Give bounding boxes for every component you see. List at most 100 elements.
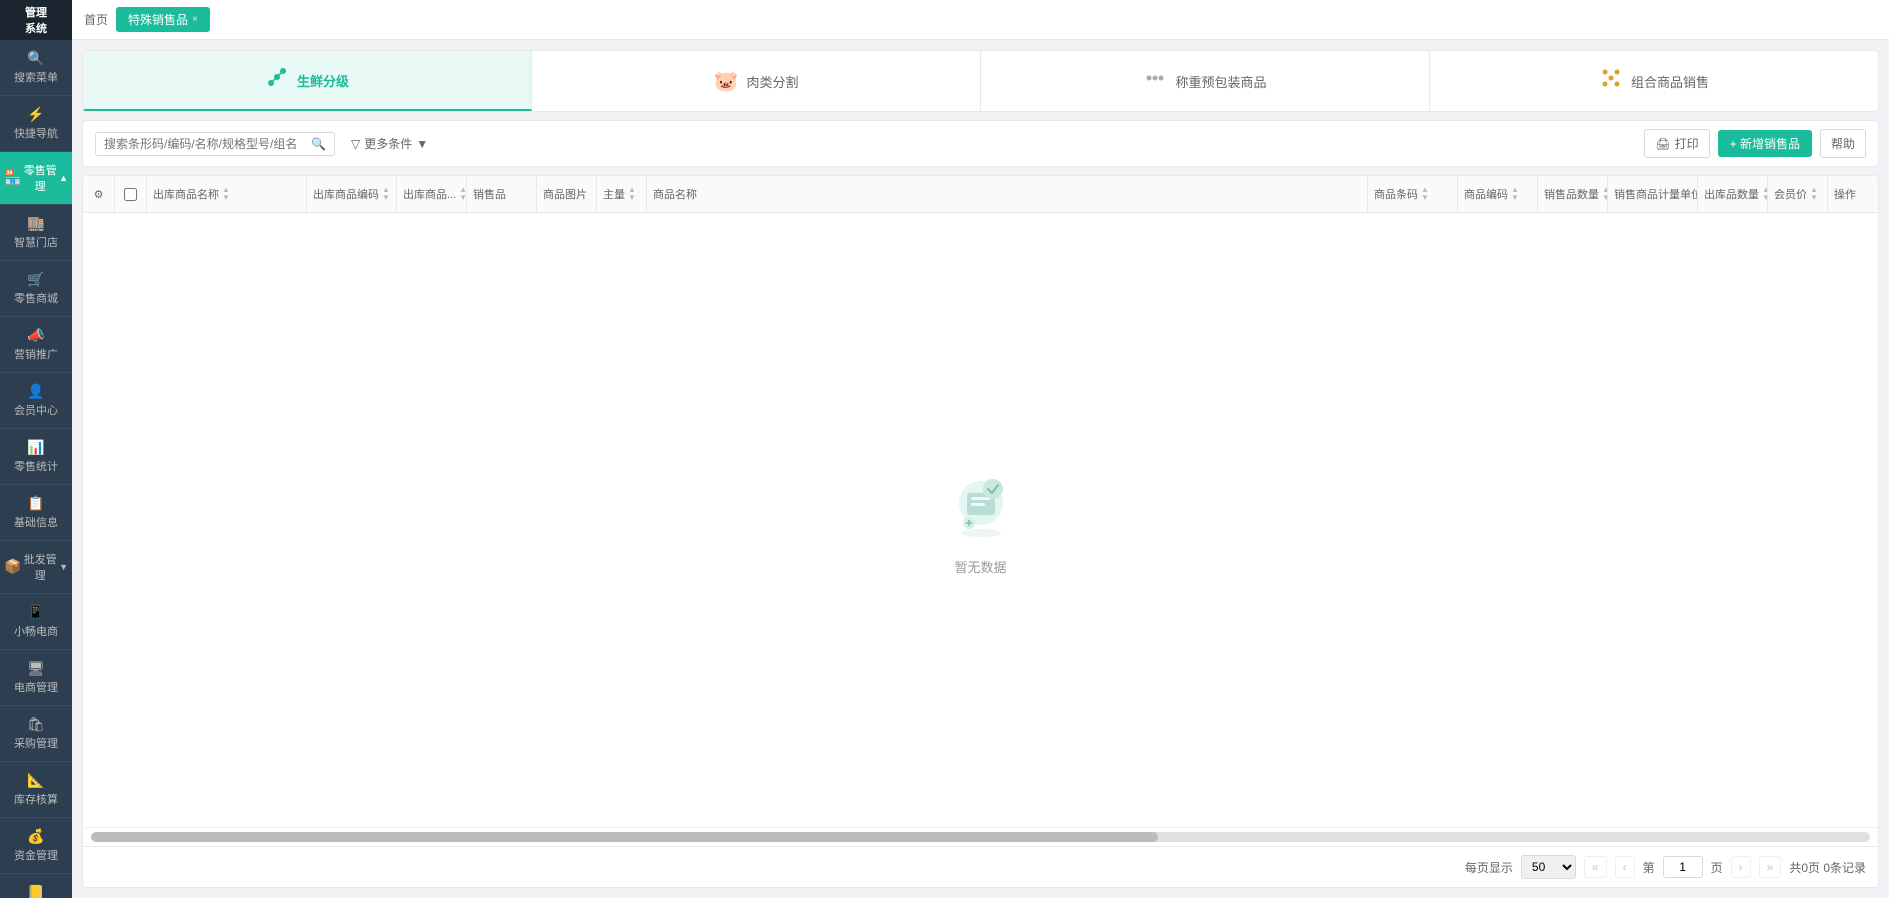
page-number-input[interactable] <box>1663 856 1703 878</box>
marketing-icon: 📣 <box>4 327 68 344</box>
th-op: 操作 <box>1828 176 1878 212</box>
purchase-icon: 🛍 <box>4 716 68 733</box>
cat-tab-meat-label: 肉类分割 <box>746 72 798 91</box>
th-main-label: 主量 <box>603 186 625 202</box>
member-icon: 👤 <box>4 383 68 400</box>
sort-arrows2[interactable]: ▲▼ <box>382 186 390 202</box>
empty-state: 暂无数据 <box>941 465 1021 576</box>
th-name1-label: 出库商品名称 <box>153 186 219 202</box>
select-all-checkbox[interactable] <box>124 188 137 201</box>
th-barcode-label: 商品条码 <box>1374 186 1418 202</box>
category-tabs: 生鲜分级 🐷 肉类分割 称重预包装商品 <box>82 50 1879 112</box>
last-page-button[interactable]: » <box>1759 856 1782 878</box>
miniapp-icon: 📱 <box>4 604 68 621</box>
per-page-select[interactable]: 50 10 20 100 <box>1521 855 1576 879</box>
th-unit-label: 销售商品计量单位 <box>1614 186 1698 202</box>
smartstore-icon: 🏬 <box>4 215 68 232</box>
th-code1: 出库商品编码 ▲▼ <box>307 176 397 212</box>
retailstat-icon: 📊 <box>4 439 68 456</box>
home-tab[interactable]: 首页 <box>84 11 108 28</box>
th-qty-label: 销售品数量 <box>1544 186 1599 202</box>
sidebar-item-quicknav[interactable]: ⚡ 快捷导航 <box>0 96 72 152</box>
empty-illustration <box>941 465 1021 545</box>
inventory-icon: 📐 <box>4 772 68 789</box>
search-input[interactable] <box>104 137 307 151</box>
cat-tab-combo[interactable]: 组合商品销售 <box>1430 51 1878 111</box>
empty-text: 暂无数据 <box>954 557 1006 576</box>
toolbar-left: 🔍 ▽ 更多条件 ▼ <box>95 131 436 156</box>
prev-page-button[interactable]: ‹ <box>1615 856 1635 878</box>
sort-arrows10[interactable]: ▲▼ <box>1810 186 1818 202</box>
filter-arrow: ▼ <box>416 137 428 151</box>
th-img: 商品图片 <box>537 176 597 212</box>
sidebar-item-search[interactable]: 🔍 搜索菜单 <box>0 40 72 96</box>
sidebar-item-finance[interactable]: 💰 资金管理 <box>0 818 72 874</box>
total-label: 共0页 0条记录 <box>1789 859 1866 876</box>
hscroll-area[interactable] <box>83 827 1878 846</box>
ecommerce-icon: 🖥 <box>4 660 68 677</box>
sort-arrows3[interactable]: ▲▼ <box>459 186 467 202</box>
search-icon: 🔍 <box>4 50 68 67</box>
th-checkbox[interactable] <box>115 176 147 212</box>
sidebar-item-marketing[interactable]: 📣 营销推广 <box>0 317 72 373</box>
cat-tab-weighpack-label: 称重预包装商品 <box>1175 72 1266 91</box>
sort-arrows4[interactable]: ▲▼ <box>628 186 636 202</box>
table-body: 暂无数据 <box>83 213 1878 827</box>
th-sku: 商品编码 ▲▼ <box>1458 176 1538 212</box>
sidebar-item-retail[interactable]: 🏪 零售管理 ▲ <box>0 152 72 205</box>
search-icon: 🔍 <box>311 137 326 151</box>
cat-tab-weighpack[interactable]: 称重预包装商品 <box>981 51 1430 111</box>
th-code1-label: 出库商品编码 <box>313 186 379 202</box>
th-code2-label: 出库商品... <box>403 186 456 202</box>
search-box[interactable]: 🔍 <box>95 132 335 156</box>
sidebar-item-basicinfo[interactable]: 📋 基础信息 <box>0 485 72 541</box>
cat-tab-combo-label: 组合商品销售 <box>1631 72 1709 91</box>
sidebar: 管理系统 🔍 搜索菜单 ⚡ 快捷导航 🏪 零售管理 ▲ 🏬 智慧门店 🛒 零售商… <box>0 0 72 898</box>
sidebar-item-retailstat[interactable]: 📊 零售统计 <box>0 429 72 485</box>
print-icon: 🖨 <box>1655 137 1670 151</box>
add-product-button[interactable]: + 新增销售品 <box>1718 130 1812 157</box>
hscroll-thumb[interactable] <box>91 832 1158 842</box>
th-img-label: 商品图片 <box>543 186 587 202</box>
sort-arrows6[interactable]: ▲▼ <box>1511 186 1519 202</box>
sidebar-item-purchase[interactable]: 🛍 采购管理 <box>0 706 72 762</box>
close-tab-button[interactable]: × <box>192 14 198 25</box>
sidebar-item-ledger[interactable]: 📒 总账管理 <box>0 874 72 898</box>
next-page-button[interactable]: › <box>1731 856 1751 878</box>
sidebar-item-miniapp[interactable]: 📱 小畅电商 <box>0 594 72 650</box>
main-area: 首页 特殊销售品 × 生鲜分级 🐷 <box>72 0 1889 898</box>
sidebar-item-retailmall[interactable]: 🛒 零售商城 <box>0 261 72 317</box>
pagination: 每页显示 50 10 20 100 « ‹ 第 页 › » 共0页 0条记录 <box>83 846 1878 887</box>
page-suffix: 页 <box>1711 859 1723 876</box>
help-button[interactable]: 帮助 <box>1820 129 1866 158</box>
print-button[interactable]: 🖨 打印 <box>1644 129 1709 158</box>
sidebar-item-smartstore[interactable]: 🏬 智慧门店 <box>0 205 72 261</box>
first-page-button[interactable]: « <box>1584 856 1607 878</box>
th-main: 主量 ▲▼ <box>597 176 647 212</box>
th-outqty-label: 出库品数量 <box>1704 186 1759 202</box>
sort-arrows5[interactable]: ▲▼ <box>1421 186 1429 202</box>
cat-tab-fresh-label: 生鲜分级 <box>297 71 349 90</box>
hscroll-track[interactable] <box>91 832 1870 842</box>
ledger-icon: 📒 <box>4 884 68 898</box>
th-unit: 销售商品计量单位 ▲▼ <box>1608 176 1698 212</box>
cat-tab-fresh[interactable]: 生鲜分级 <box>83 51 532 111</box>
topbar: 首页 特殊销售品 × <box>72 0 1889 40</box>
th-price-label: 会员价 <box>1774 186 1807 202</box>
retailmall-icon: 🛒 <box>4 271 68 288</box>
sidebar-item-wholesale[interactable]: 📦 批发管理 ▼ <box>0 541 72 594</box>
sidebar-item-ecommerce[interactable]: 🖥 电商管理 <box>0 650 72 706</box>
filter-button[interactable]: ▽ 更多条件 ▼ <box>343 131 436 156</box>
cat-tab-meat[interactable]: 🐷 肉类分割 <box>532 51 981 111</box>
th-sale-label: 销售品 <box>473 186 506 202</box>
toolbar-right: 🖨 打印 + 新增销售品 帮助 <box>1644 129 1866 158</box>
quicknav-icon: ⚡ <box>4 106 68 123</box>
content-area: 生鲜分级 🐷 肉类分割 称重预包装商品 <box>72 40 1889 898</box>
table-header: ⚙ 出库商品名称 ▲▼ 出库商品编码 ▲▼ 出库商品... ▲▼ <box>83 176 1878 213</box>
sidebar-item-inventory[interactable]: 📐 库存核算 <box>0 762 72 818</box>
sidebar-item-member[interactable]: 👤 会员中心 <box>0 373 72 429</box>
filter-icon: ▽ <box>351 137 360 151</box>
th-settings[interactable]: ⚙ <box>83 176 115 212</box>
sort-arrows[interactable]: ▲▼ <box>222 186 230 202</box>
active-tab[interactable]: 特殊销售品 × <box>116 7 210 32</box>
